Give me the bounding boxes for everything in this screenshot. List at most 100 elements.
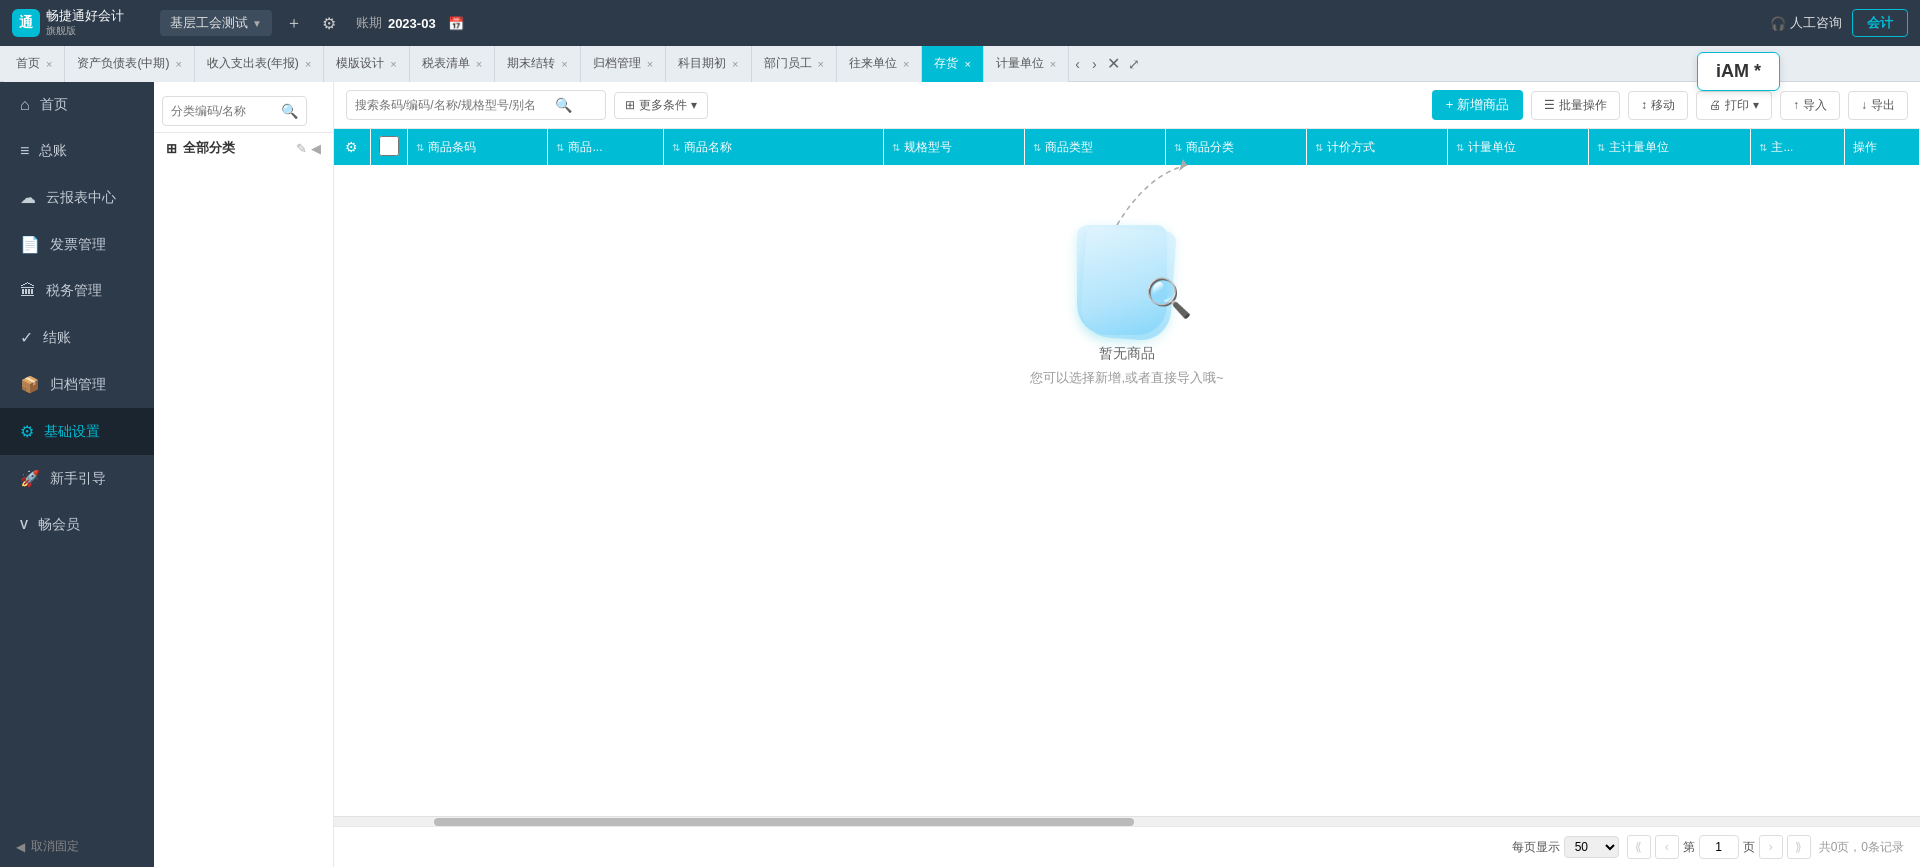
sidebar-item-ledger-label: 总账 [39,142,67,160]
category-search-input[interactable] [171,104,281,118]
chevron-down-icon: ▾ [691,98,697,112]
select-all-checkbox[interactable] [379,136,399,156]
sidebar-item-member[interactable]: V 畅会员 [0,502,154,548]
tab-next-button[interactable]: › [1086,52,1103,76]
first-page-button[interactable]: ⟪ [1627,835,1651,859]
col-pricing[interactable]: ⇅计价方式 [1306,129,1447,165]
scrollbar-thumb[interactable] [434,818,1134,826]
company-selector[interactable]: 基层工会测试 ▼ [160,10,272,36]
table-gear-icon[interactable]: ⚙ [345,139,358,155]
sort-icon-type: ⇅ [1033,142,1041,153]
move-button[interactable]: ↕ 移动 [1628,91,1688,120]
add-tab-button[interactable]: ＋ [280,9,308,38]
col-main-unit[interactable]: ⇅主计量单位 [1588,129,1751,165]
iam-badge[interactable]: iAM * [1697,52,1780,91]
batch-icon: ☰ [1544,98,1555,112]
export-button[interactable]: ↓ 导出 [1848,91,1908,120]
empty-arrow-svg [1107,155,1227,235]
tab-balance-sheet-close[interactable]: × [175,58,181,70]
col-check[interactable] [370,129,407,165]
sidebar-item-archive[interactable]: 📦 归档管理 [0,361,154,408]
tab-income[interactable]: 收入支出表(年报) × [195,46,324,82]
invoice-icon: 📄 [20,235,40,254]
tab-close-all-button[interactable]: ✕ [1103,50,1124,77]
tab-archive[interactable]: 归档管理 × [581,46,666,82]
print-arrow-icon: ▾ [1753,98,1759,112]
calendar-icon[interactable]: 📅 [442,12,470,35]
col-name-label: 商品名称 [684,139,732,156]
sidebar-item-tax[interactable]: 🏛 税务管理 [0,268,154,314]
import-button[interactable]: ↑ 导入 [1780,91,1840,120]
tab-archive-close[interactable]: × [647,58,653,70]
tab-unit-close[interactable]: × [1050,58,1056,70]
cloud-icon: ☁ [20,188,36,207]
tab-inventory-close[interactable]: × [964,58,970,70]
product-search-button[interactable]: 🔍 [555,97,572,113]
settings-gear-button[interactable]: ⚙ [316,10,342,37]
sidebar-item-guide[interactable]: 🚀 新手引导 [0,455,154,502]
sidebar-item-cloud-reports[interactable]: ☁ 云报表中心 [0,174,154,221]
all-category-header[interactable]: ⊞ 全部分类 ✎ ◀ [154,133,333,163]
page-number-input[interactable] [1699,835,1739,859]
period-value: 2023-03 [388,16,436,31]
tab-dept[interactable]: 部门员工 × [752,46,837,82]
sidebar-item-basic-settings[interactable]: ⚙ 基础设置 [0,408,154,455]
col-settings[interactable]: ⚙ [334,129,370,165]
top-search-row: 🔍 ⊞ 更多条件 ▾ + 新增商品 ☰ 批量操作 ↕ [334,82,1920,129]
more-filter-button[interactable]: ⊞ 更多条件 ▾ [614,92,708,119]
col-barcode[interactable]: ⇅商品条码 [407,129,548,165]
tab-unit[interactable]: 计量单位 × [984,46,1069,82]
tab-dept-close[interactable]: × [818,58,824,70]
product-search-input[interactable] [355,98,555,112]
new-product-button[interactable]: + 新增商品 [1432,90,1523,120]
tab-period[interactable]: 期末结转 × [495,46,580,82]
col-code[interactable]: ⇅商品... [548,129,663,165]
sidebar-item-home[interactable]: ⌂ 首页 [0,82,154,128]
more-filter-label: 更多条件 [639,97,687,114]
tab-home-close[interactable]: × [46,58,52,70]
col-unit[interactable]: ⇅计量单位 [1447,129,1588,165]
unpin-button[interactable]: ◀ 取消固定 [0,826,154,867]
prev-page-button[interactable]: ‹ [1655,835,1679,859]
sidebar-item-invoice[interactable]: 📄 发票管理 [0,221,154,268]
import-label: 导入 [1803,97,1827,114]
tab-inventory[interactable]: 存货 × [922,46,983,82]
tab-tax-close[interactable]: × [476,58,482,70]
tab-tax[interactable]: 税表清单 × [410,46,495,82]
per-page-select[interactable]: 50 100 200 [1564,836,1619,858]
last-page-button[interactable]: ⟫ [1787,835,1811,859]
tab-income-close[interactable]: × [305,58,311,70]
help-button[interactable]: 🎧 人工咨询 [1770,14,1842,32]
col-spec[interactable]: ⇅规格型号 [883,129,1024,165]
category-search-button[interactable]: 🔍 [281,103,298,119]
tab-balance-sheet[interactable]: 资产负债表(中期) × [65,46,194,82]
move-icon: ↕ [1641,98,1647,112]
horizontal-scrollbar[interactable] [334,816,1920,826]
tab-expand-button[interactable]: ⤢ [1124,52,1144,76]
tab-subject[interactable]: 科目期初 × [666,46,751,82]
col-main-extra[interactable]: ⇅主... [1751,129,1844,165]
tab-subject-close[interactable]: × [732,58,738,70]
dropdown-arrow-icon: ▼ [252,18,262,29]
sidebar-item-checkout[interactable]: ✓ 结账 [0,314,154,361]
print-button[interactable]: 🖨 打印 ▾ [1696,91,1772,120]
sidebar-item-ledger[interactable]: ≡ 总账 [0,128,154,174]
tab-contacts-close[interactable]: × [903,58,909,70]
tab-period-close[interactable]: × [561,58,567,70]
tab-template[interactable]: 模版设计 × [324,46,409,82]
tab-contacts[interactable]: 往来单位 × [837,46,922,82]
col-name[interactable]: ⇅商品名称 [663,129,883,165]
next-page-button[interactable]: › [1759,835,1783,859]
edit-category-button[interactable]: ✎ [296,141,307,156]
tab-prev-button[interactable]: ‹ [1069,52,1086,76]
tab-home[interactable]: 首页 × [4,46,65,82]
tab-bar: 首页 × 资产负债表(中期) × 收入支出表(年报) × 模版设计 × 税表清单… [0,46,1920,82]
batch-operation-button[interactable]: ☰ 批量操作 [1531,91,1620,120]
app-name: 畅捷通好会计 [46,8,124,24]
app-edition: 旗舰版 [46,24,124,38]
tab-template-close[interactable]: × [390,58,396,70]
account-button[interactable]: 会计 [1852,9,1908,37]
col-main-unit-label: 主计量单位 [1609,139,1669,156]
collapse-panel-button[interactable]: ◀ [311,141,321,156]
logo-area: 通 畅捷通好会计 旗舰版 [12,8,152,38]
